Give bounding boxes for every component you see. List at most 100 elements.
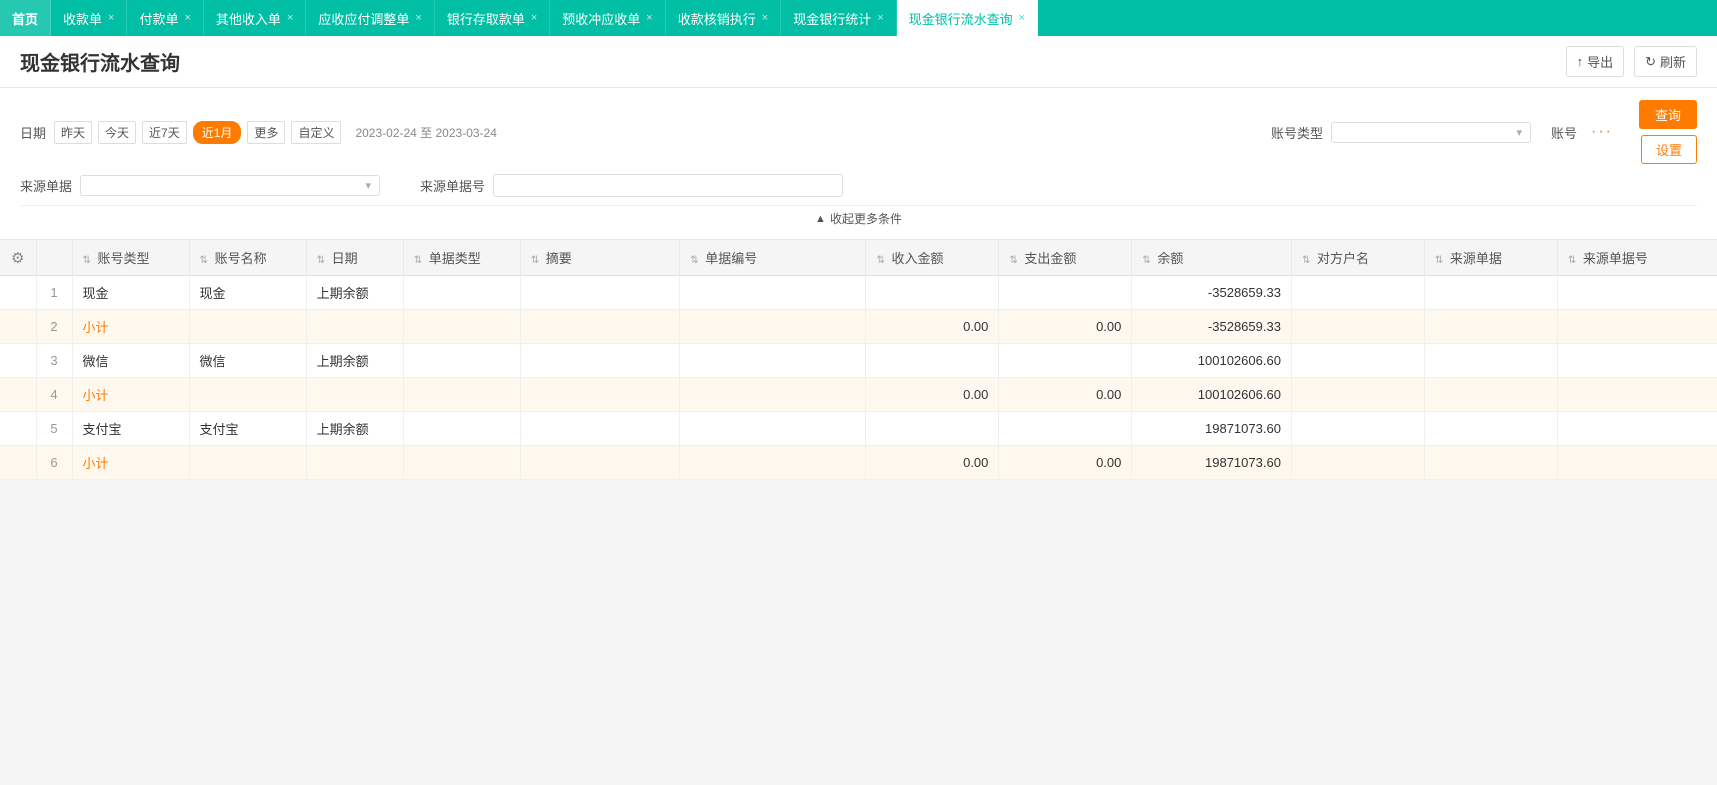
td-doc-type <box>403 276 520 310</box>
th-summary[interactable]: ⇅ 摘要 <box>520 240 680 276</box>
td-source-doc-no <box>1557 344 1717 378</box>
nav-item-advance-offset[interactable]: 预收冲应收单 × <box>550 0 665 36</box>
nav-item-cash-bank-flow[interactable]: 现金银行流水查询 × <box>897 0 1038 36</box>
nav-item-collection-verify[interactable]: 收款核销执行 × <box>666 0 781 36</box>
th-gear[interactable]: ⚙ <box>0 240 36 276</box>
td-doc-no <box>680 412 866 446</box>
filter-area: 日期 昨天 今天 近7天 近1月 更多 自定义 2023-02-24 至 202… <box>0 88 1717 240</box>
close-icon[interactable]: × <box>415 12 421 24</box>
th-source-doc-no[interactable]: ⇅ 来源单据号 <box>1557 240 1717 276</box>
table-row: 3微信微信上期余额100102606.60 <box>0 344 1717 378</box>
td-row-num: 5 <box>36 412 72 446</box>
export-label: 导出 <box>1587 52 1613 71</box>
td-account-name <box>189 310 306 344</box>
th-doc-no[interactable]: ⇅ 单据编号 <box>680 240 866 276</box>
date-btn-7days[interactable]: 近7天 <box>142 121 187 144</box>
nav-label-ap-adjustment: 应收应付调整单 <box>318 9 409 28</box>
nav-item-receipt[interactable]: 收款单 × <box>51 0 127 36</box>
td-expense-amount: 0.00 <box>999 446 1132 480</box>
th-balance-label: 余额 <box>1157 251 1183 266</box>
export-icon: ↑ <box>1577 54 1584 69</box>
collapse-button[interactable]: ▲ 收起更多条件 <box>20 205 1697 231</box>
source-doc-no-label: 来源单据号 <box>420 176 485 195</box>
td-source-doc <box>1424 378 1557 412</box>
close-icon[interactable]: × <box>877 12 883 24</box>
nav-item-ap-adjustment[interactable]: 应收应付调整单 × <box>306 0 434 36</box>
th-source-doc-label: 来源单据 <box>1450 251 1502 266</box>
th-balance[interactable]: ⇅ 余额 <box>1132 240 1292 276</box>
nav-item-other-income[interactable]: 其他收入单 × <box>204 0 306 36</box>
sort-arrows-icon: ⇅ <box>690 255 698 266</box>
td-balance: -3528659.33 <box>1132 276 1292 310</box>
th-expense-amount[interactable]: ⇅ 支出金额 <box>999 240 1132 276</box>
close-icon[interactable]: × <box>531 12 537 24</box>
td-doc-no <box>680 446 866 480</box>
td-account-name <box>189 446 306 480</box>
close-icon[interactable]: × <box>108 12 114 24</box>
td-expense-amount <box>999 344 1132 378</box>
th-account-name-label: 账号名称 <box>215 251 267 266</box>
th-account-name[interactable]: ⇅ 账号名称 <box>189 240 306 276</box>
source-doc-select[interactable]: ▾ <box>80 175 380 196</box>
td-doc-type <box>403 446 520 480</box>
th-row-num <box>36 240 72 276</box>
account-type-select[interactable]: ▾ <box>1331 122 1531 143</box>
td-doc-no <box>680 378 866 412</box>
query-button[interactable]: 查询 <box>1639 100 1697 129</box>
close-icon[interactable]: × <box>762 12 768 24</box>
nav-item-payment[interactable]: 付款单 × <box>127 0 203 36</box>
account-type-label: 账号类型 <box>1271 123 1323 142</box>
th-doc-type[interactable]: ⇅ 单据类型 <box>403 240 520 276</box>
td-source-doc <box>1424 276 1557 310</box>
sort-arrows-icon: ⇅ <box>317 255 325 266</box>
date-filter-group: 日期 昨天 今天 近7天 近1月 更多 自定义 <box>20 121 341 144</box>
close-icon[interactable]: × <box>1019 12 1025 24</box>
close-icon[interactable]: × <box>184 12 190 24</box>
filter-row-2: 来源单据 ▾ 来源单据号 <box>20 174 1697 197</box>
account-filter-group: 账号 ··· <box>1551 120 1619 144</box>
nav-item-cash-bank-stats[interactable]: 现金银行统计 × <box>781 0 896 36</box>
td-income-amount <box>866 412 999 446</box>
settings-button[interactable]: 设置 <box>1641 135 1697 164</box>
th-income-amount[interactable]: ⇅ 收入金额 <box>866 240 999 276</box>
gear-icon[interactable]: ⚙ <box>11 250 24 267</box>
refresh-label: 刷新 <box>1660 52 1686 71</box>
source-doc-no-input[interactable] <box>493 174 843 197</box>
sort-arrows-icon: ⇅ <box>531 255 539 266</box>
td-row-num: 6 <box>36 446 72 480</box>
td-counterparty <box>1291 412 1424 446</box>
close-icon[interactable]: × <box>287 12 293 24</box>
nav-label-bank-deposit: 银行存取款单 <box>447 9 525 28</box>
collapse-label: 收起更多条件 <box>830 210 902 227</box>
export-button[interactable]: ↑ 导出 <box>1566 46 1625 77</box>
td-date <box>306 310 403 344</box>
nav-item-home[interactable]: 首页 <box>0 0 51 36</box>
th-account-type[interactable]: ⇅ 账号类型 <box>72 240 189 276</box>
td-expense-amount <box>999 276 1132 310</box>
th-date[interactable]: ⇅ 日期 <box>306 240 403 276</box>
dots-button[interactable]: ··· <box>1585 120 1619 144</box>
td-account-type: 支付宝 <box>72 412 189 446</box>
sort-arrows-icon: ⇅ <box>1302 255 1310 266</box>
date-btn-custom[interactable]: 自定义 <box>291 121 341 144</box>
collapse-up-icon: ▲ <box>815 213 826 225</box>
th-income-label: 收入金额 <box>891 251 943 266</box>
date-btn-yesterday[interactable]: 昨天 <box>54 121 92 144</box>
td-doc-no <box>680 310 866 344</box>
date-btn-more[interactable]: 更多 <box>247 121 285 144</box>
td-income-amount: 0.00 <box>866 446 999 480</box>
table-row: 4小计0.000.00100102606.60 <box>0 378 1717 412</box>
refresh-button[interactable]: ↻ 刷新 <box>1634 46 1697 77</box>
td-source-doc-no <box>1557 378 1717 412</box>
account-type-filter-group: 账号类型 ▾ <box>1271 122 1531 143</box>
account-label: 账号 <box>1551 123 1577 142</box>
nav-label-payment: 付款单 <box>139 9 178 28</box>
td-source-doc <box>1424 412 1557 446</box>
th-counterparty[interactable]: ⇅ 对方户名 <box>1291 240 1424 276</box>
th-source-doc[interactable]: ⇅ 来源单据 <box>1424 240 1557 276</box>
date-btn-today[interactable]: 今天 <box>98 121 136 144</box>
close-icon[interactable]: × <box>646 12 652 24</box>
date-btn-1month[interactable]: 近1月 <box>193 121 242 144</box>
nav-item-bank-deposit[interactable]: 银行存取款单 × <box>435 0 550 36</box>
nav-label-cash-bank-flow: 现金银行流水查询 <box>909 9 1013 28</box>
